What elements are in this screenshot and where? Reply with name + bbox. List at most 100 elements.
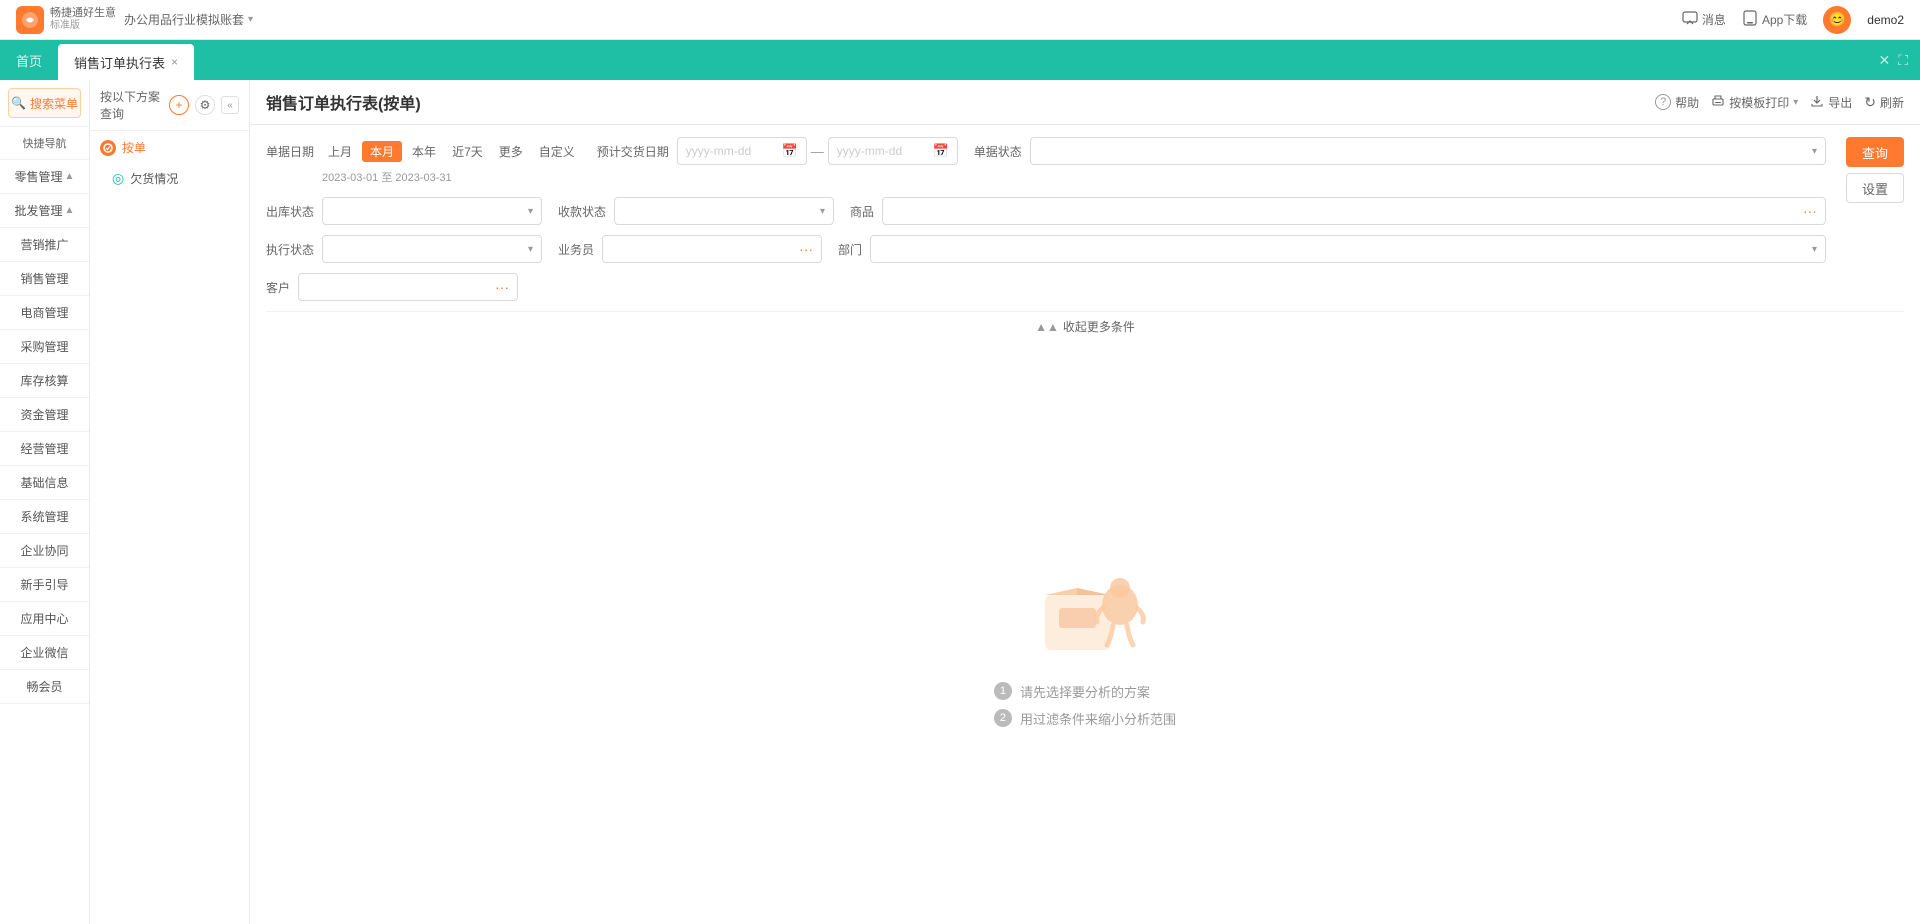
print-dropdown-icon[interactable]: ▾ [1793, 97, 1798, 108]
empty-hints: 1 请先选择要分析的方案 2 用过滤条件来缩小分析范围 [994, 682, 1176, 728]
sidebar-item-newbie[interactable]: 新手引导 [0, 568, 89, 601]
sidebar-section-purchase: 采购管理 [0, 330, 89, 364]
sidebar-item-ecommerce[interactable]: 电商管理 [0, 296, 89, 329]
expected-date-start[interactable]: yyyy-mm-dd 📅 [677, 137, 807, 165]
order-status-label: 单据状态 [974, 143, 1022, 160]
sidebar-item-system[interactable]: 系统管理 [0, 500, 89, 533]
date-range-separator: — [811, 144, 824, 159]
main-layout: 🔍 搜索菜单 快捷导航 零售管理 ▲ 批发管理 ▲ 营销推广 [0, 80, 1920, 924]
sidebar-section-inventory: 库存核算 [0, 364, 89, 398]
sidebar-item-cooperation[interactable]: 企业协同 [0, 534, 89, 567]
goods-ellipsis: ··· [1803, 203, 1817, 219]
collapse-panel-button[interactable]: « [221, 96, 239, 114]
sidebar-section-operations: 经营管理 [0, 432, 89, 466]
shipment-label: 出库状态 [266, 203, 314, 220]
tab-sales-exec[interactable]: 销售订单执行表 × [58, 44, 194, 80]
exec-status-select[interactable]: ▾ [322, 235, 542, 263]
sidebar-section-member: 畅会员 [0, 670, 89, 704]
customer-input[interactable]: ··· [298, 273, 518, 301]
sidebar-item-apps[interactable]: 应用中心 [0, 602, 89, 635]
date-tab-this-year[interactable]: 本年 [406, 141, 442, 162]
scheme-active-icon [100, 140, 116, 156]
dept-select[interactable]: ▾ [870, 235, 1826, 263]
sidebar-item-wholesale[interactable]: 批发管理 ▲ [0, 194, 89, 227]
payment-status-select[interactable]: ▾ [614, 197, 834, 225]
sidebar-item-wechat[interactable]: 企业微信 [0, 636, 89, 669]
customer-group: 客户 ··· [266, 273, 518, 301]
content-area: 按以下方案查询 + ⚙ « 按单 ◎ 欠货情况 销售 [90, 80, 1920, 924]
filter-scheme-panel: 按以下方案查询 + ⚙ « 按单 ◎ 欠货情况 [90, 80, 250, 924]
window-maximize-icon[interactable]: ⛶ [1898, 52, 1908, 69]
search-menu-button[interactable]: 🔍 搜索菜单 [8, 88, 81, 118]
sidebar-item-operations[interactable]: 经营管理 [0, 432, 89, 465]
sidebar-item-marketing[interactable]: 营销推广 [0, 228, 89, 261]
refresh-button[interactable]: ↻ 刷新 [1864, 94, 1904, 111]
date-range-display: 2023-03-01 至 2023-03-31 [266, 169, 1826, 185]
window-close-icon[interactable]: ✕ [1878, 52, 1890, 69]
help-button[interactable]: ? 帮助 [1655, 94, 1699, 111]
hint-num-2: 2 [994, 709, 1012, 727]
help-icon: ? [1655, 94, 1671, 110]
collapse-filters-button[interactable]: ▲▲ 收起更多条件 [266, 311, 1904, 341]
date-tab-7days[interactable]: 近7天 [446, 141, 489, 162]
expected-date-range: yyyy-mm-dd 📅 — yyyy-mm-dd 📅 [677, 137, 958, 165]
goods-input[interactable]: ··· [882, 197, 1826, 225]
expected-date-end[interactable]: yyyy-mm-dd 📅 [828, 137, 958, 165]
dropdown-icon[interactable]: ▾ [248, 14, 253, 25]
hint-num-1: 1 [994, 682, 1012, 700]
scheme-item-shortage[interactable]: ◎ 欠货情况 [90, 164, 249, 193]
shipment-status-select[interactable]: ▾ [322, 197, 542, 225]
system-title[interactable]: 办公用品行业模拟账套 ▾ [124, 11, 253, 28]
nav-tabs-right: ✕ ⛶ [1878, 52, 1920, 69]
sidebar-item-inventory[interactable]: 库存核算 [0, 364, 89, 397]
sidebar-item-member[interactable]: 畅会员 [0, 670, 89, 703]
message-button[interactable]: 消息 [1682, 10, 1726, 29]
action-buttons: 查询 设置 [1838, 137, 1904, 203]
scheme-item-by-order[interactable]: 按单 [90, 131, 249, 164]
sidebar-item-basic[interactable]: 基础信息 [0, 466, 89, 499]
refresh-icon: ↻ [1864, 94, 1876, 111]
date-tab-last-month[interactable]: 上月 [322, 141, 358, 162]
empty-state: 1 请先选择要分析的方案 2 用过滤条件来缩小分析范围 [250, 353, 1920, 924]
date-tab-more[interactable]: 更多 [493, 141, 529, 162]
sidebar-item-finance[interactable]: 资金管理 [0, 398, 89, 431]
salesperson-group: 业务员 ··· [558, 235, 822, 263]
shipment-dropdown-icon: ▾ [528, 206, 533, 217]
date-filter-group: 单据日期 上月 本月 本年 近7天 更多 自定义 [266, 141, 581, 162]
app-download-button[interactable]: App下载 [1742, 10, 1807, 29]
expected-date-label: 预计交货日期 [597, 143, 669, 160]
search-button[interactable]: 查询 [1846, 137, 1904, 167]
sidebar-section-finance: 资金管理 [0, 398, 89, 432]
quick-nav[interactable]: 快捷导航 [0, 127, 89, 160]
date-tab-this-month[interactable]: 本月 [362, 141, 402, 162]
add-scheme-button[interactable]: + [169, 95, 189, 115]
settings-scheme-button[interactable]: ⚙ [195, 95, 215, 115]
page-header: 销售订单执行表(按单) ? 帮助 按模板打印 ▾ [250, 80, 1920, 125]
sidebar-section-cooperation: 企业协同 [0, 534, 89, 568]
shortage-icon: ◎ [112, 170, 124, 187]
sidebar-section-basic: 基础信息 [0, 466, 89, 500]
app-icon [1742, 10, 1758, 29]
topbar-left: 畅捷通好生意 标准版 办公用品行业模拟账套 ▾ [16, 6, 253, 34]
logo-icon [16, 6, 44, 34]
goods-label: 商品 [850, 203, 874, 220]
date-tab-custom[interactable]: 自定义 [533, 141, 581, 162]
sidebar-item-retail[interactable]: 零售管理 ▲ [0, 160, 89, 193]
empty-hint-1: 1 请先选择要分析的方案 [994, 682, 1176, 701]
export-button[interactable]: 导出 [1810, 94, 1852, 111]
logo-text: 畅捷通好生意 标准版 [50, 7, 116, 32]
print-button[interactable]: 按模板打印 ▾ [1711, 94, 1798, 111]
avatar[interactable]: 😊 [1823, 6, 1851, 34]
sidebar-section-wechat: 企业微信 [0, 636, 89, 670]
sidebar-item-sales[interactable]: 销售管理 [0, 262, 89, 295]
payment-status-group: 收款状态 ▾ [558, 197, 834, 225]
sidebar-item-purchase[interactable]: 采购管理 [0, 330, 89, 363]
status-dropdown-icon: ▾ [1812, 146, 1817, 157]
empty-illustration [1015, 550, 1155, 670]
tab-close-icon[interactable]: × [171, 55, 178, 69]
settings-button[interactable]: 设置 [1846, 173, 1904, 203]
order-status-select[interactable]: ▾ [1030, 137, 1826, 165]
tab-home[interactable]: 首页 [0, 40, 58, 80]
retail-arrow: ▲ [65, 171, 75, 182]
salesperson-input[interactable]: ··· [602, 235, 822, 263]
